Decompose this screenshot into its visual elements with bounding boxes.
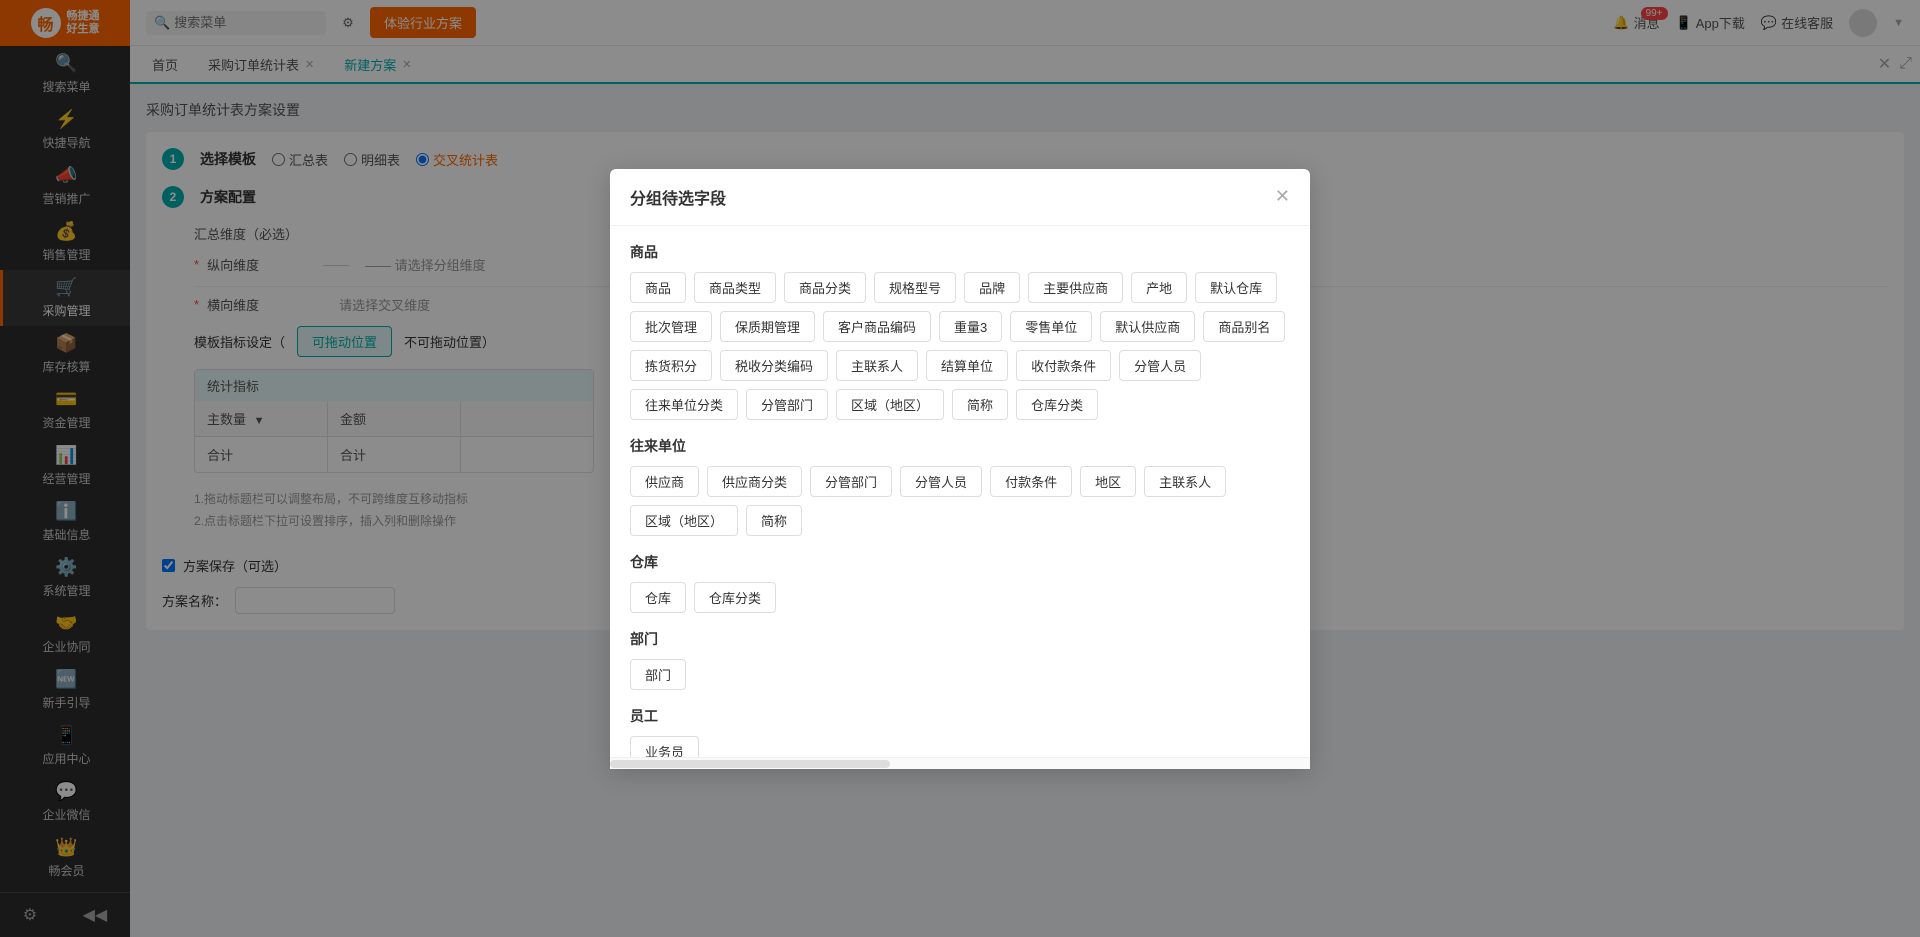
field-tag-goods-3[interactable]: 规格型号 <box>874 272 956 303</box>
field-tags-partner: 供应商供应商分类分管部门分管人员付款条件地区主联系人区域（地区） 简称 <box>630 466 1290 536</box>
modal-close-button[interactable]: ✕ <box>1275 186 1290 207</box>
field-tag-goods-8[interactable]: 批次管理 <box>630 311 712 342</box>
field-tags-department: 部门 <box>630 659 1290 690</box>
field-tag-goods-25[interactable]: 仓库分类 <box>1016 389 1098 420</box>
field-tags-warehouse: 仓库仓库分类 <box>630 582 1290 613</box>
modal-section-staff: 员工业务员 <box>630 706 1290 757</box>
field-tag-partner-6[interactable]: 主联系人 <box>1144 466 1226 497</box>
field-tag-goods-7[interactable]: 默认仓库 <box>1195 272 1277 303</box>
field-tag-goods-12[interactable]: 零售单位 <box>1010 311 1092 342</box>
field-tag-goods-19[interactable]: 收付款条件 <box>1016 350 1111 381</box>
field-tag-goods-24[interactable]: 简称 <box>952 389 1008 420</box>
modal-section-partner: 往来单位供应商供应商分类分管部门分管人员付款条件地区主联系人区域（地区） 简称 <box>630 436 1290 536</box>
field-tags-staff: 业务员 <box>630 736 1290 757</box>
field-tag-goods-18[interactable]: 结算单位 <box>926 350 1008 381</box>
field-tag-partner-8[interactable]: 简称 <box>746 505 802 536</box>
field-tag-goods-2[interactable]: 商品分类 <box>784 272 866 303</box>
field-tag-goods-10[interactable]: 客户商品编码 <box>823 311 931 342</box>
field-tag-warehouse-1[interactable]: 仓库分类 <box>694 582 776 613</box>
field-tag-goods-22[interactable]: 分管部门 <box>746 389 828 420</box>
field-tag-partner-0[interactable]: 供应商 <box>630 466 699 497</box>
section-title-partner: 往来单位 <box>630 436 1290 456</box>
modal-section-goods: 商品商品商品类型商品分类规格型号品牌主要供应商产地默认仓库批次管理保质期管理客户… <box>630 242 1290 420</box>
field-tag-goods-9[interactable]: 保质期管理 <box>720 311 815 342</box>
field-tag-goods-13[interactable]: 默认供应商 <box>1100 311 1195 342</box>
modal-overlay: 分组待选字段 ✕ 商品商品商品类型商品分类规格型号品牌主要供应商产地默认仓库批次… <box>0 0 1920 937</box>
modal-section-warehouse: 仓库仓库仓库分类 <box>630 552 1290 613</box>
field-tag-goods-4[interactable]: 品牌 <box>964 272 1020 303</box>
field-tag-goods-6[interactable]: 产地 <box>1131 272 1187 303</box>
modal-section-department: 部门部门 <box>630 629 1290 690</box>
field-tag-goods-14[interactable]: 商品别名 <box>1203 311 1285 342</box>
field-tag-goods-23[interactable]: 区域（地区） <box>836 389 944 420</box>
field-tag-partner-7[interactable]: 区域（地区） <box>630 505 738 536</box>
section-title-staff: 员工 <box>630 706 1290 726</box>
section-title-department: 部门 <box>630 629 1290 649</box>
modal-title: 分组待选字段 <box>630 185 726 209</box>
modal-scroll-bar <box>610 760 890 768</box>
field-tag-goods-5[interactable]: 主要供应商 <box>1028 272 1123 303</box>
field-tag-warehouse-0[interactable]: 仓库 <box>630 582 686 613</box>
field-tag-staff-0[interactable]: 业务员 <box>630 736 699 757</box>
field-tag-goods-1[interactable]: 商品类型 <box>694 272 776 303</box>
field-tag-goods-15[interactable]: 拣货积分 <box>630 350 712 381</box>
field-tags-goods: 商品商品类型商品分类规格型号品牌主要供应商产地默认仓库批次管理保质期管理客户商品… <box>630 272 1290 420</box>
modal-bottom-scroll[interactable] <box>610 757 1310 769</box>
field-tag-goods-20[interactable]: 分管人员 <box>1119 350 1201 381</box>
field-tag-partner-5[interactable]: 地区 <box>1080 466 1136 497</box>
modal: 分组待选字段 ✕ 商品商品商品类型商品分类规格型号品牌主要供应商产地默认仓库批次… <box>610 169 1310 769</box>
field-tag-goods-16[interactable]: 税收分类编码 <box>720 350 828 381</box>
modal-body[interactable]: 商品商品商品类型商品分类规格型号品牌主要供应商产地默认仓库批次管理保质期管理客户… <box>610 226 1310 757</box>
section-title-warehouse: 仓库 <box>630 552 1290 572</box>
field-tag-goods-21[interactable]: 往来单位分类 <box>630 389 738 420</box>
field-tag-goods-17[interactable]: 主联系人 <box>836 350 918 381</box>
field-tag-goods-11[interactable]: 重量3 <box>939 311 1002 342</box>
field-tag-partner-3[interactable]: 分管人员 <box>900 466 982 497</box>
field-tag-goods-0[interactable]: 商品 <box>630 272 686 303</box>
field-tag-partner-4[interactable]: 付款条件 <box>990 466 1072 497</box>
section-title-goods: 商品 <box>630 242 1290 262</box>
modal-header: 分组待选字段 ✕ <box>610 169 1310 226</box>
field-tag-department-0[interactable]: 部门 <box>630 659 686 690</box>
field-tag-partner-2[interactable]: 分管部门 <box>810 466 892 497</box>
field-tag-partner-1[interactable]: 供应商分类 <box>707 466 802 497</box>
